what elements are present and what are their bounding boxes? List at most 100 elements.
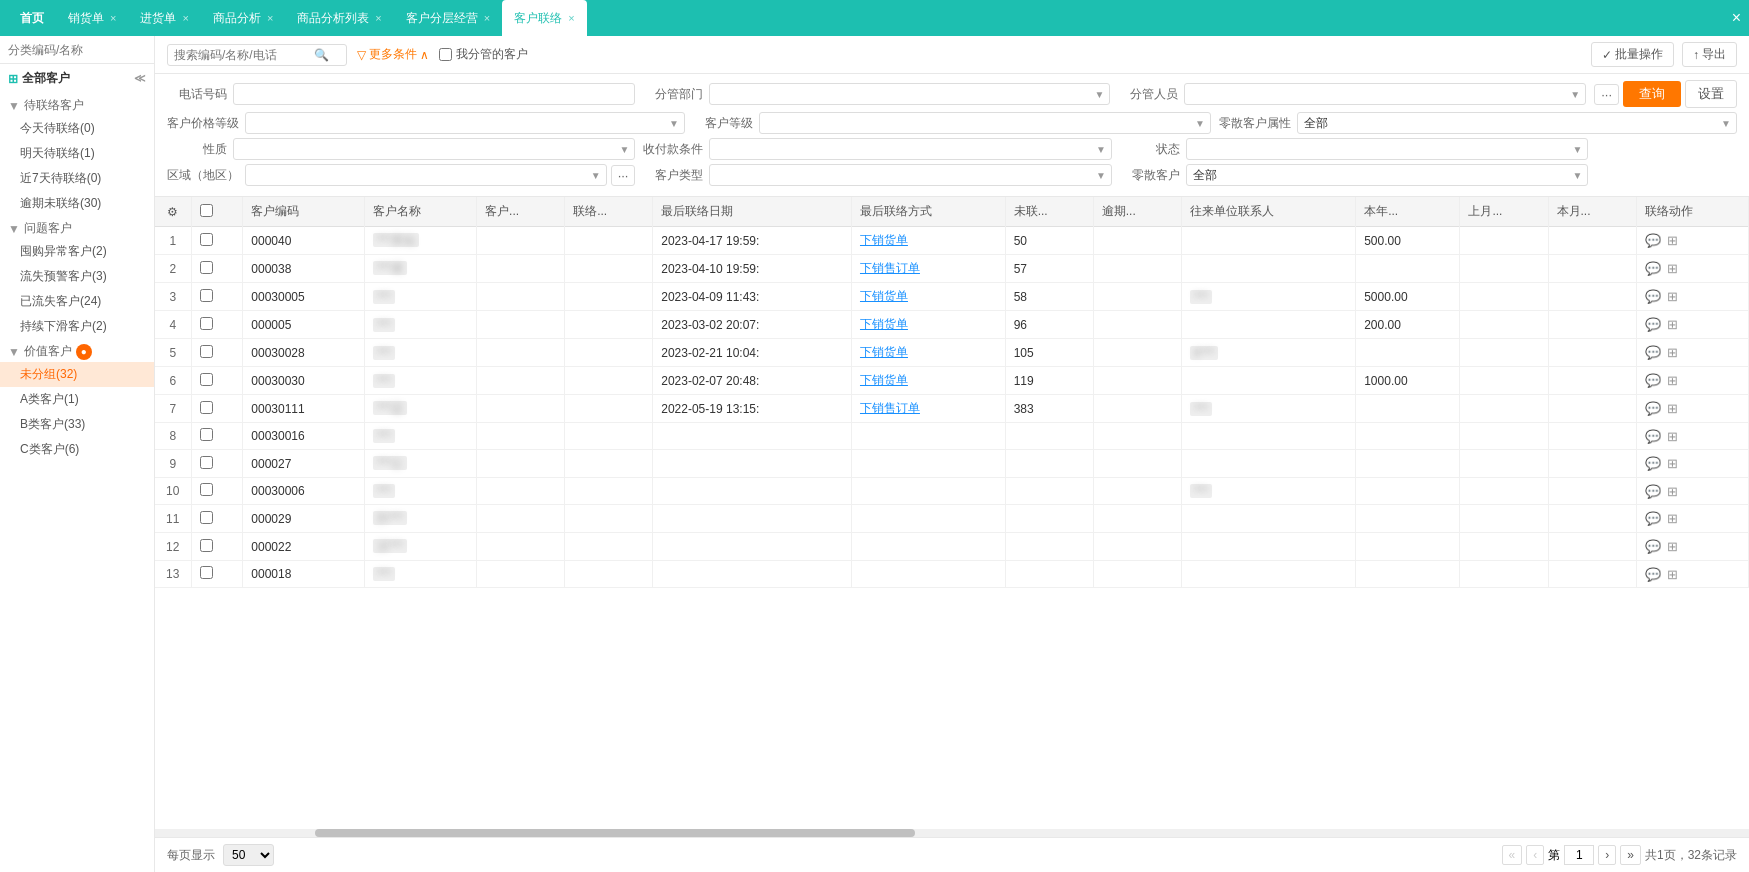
close-purchase-tab[interactable]: ×	[182, 12, 188, 24]
sidebar-item-type-c[interactable]: C类客户(6)	[0, 437, 154, 462]
close-customer-tier-tab[interactable]: ×	[484, 12, 490, 24]
price-grade-select[interactable]	[245, 112, 685, 134]
region-select[interactable]	[245, 164, 607, 186]
grid-action-icon[interactable]: ⊞	[1667, 456, 1678, 471]
main-search-icon[interactable]: 🔍	[314, 48, 329, 62]
my-customers-checkbox[interactable]	[439, 48, 452, 61]
more-conditions-btn[interactable]: ▽ 更多条件 ∧	[357, 46, 429, 63]
sidebar-item-ungroup[interactable]: 未分组(32)	[0, 362, 154, 387]
grid-action-icon[interactable]: ⊞	[1667, 233, 1678, 248]
sidebar-item-today-pending[interactable]: 今天待联络(0)	[0, 116, 154, 141]
chat-icon[interactable]: 💬	[1645, 261, 1661, 276]
grid-action-icon[interactable]: ⊞	[1667, 511, 1678, 526]
th-partner[interactable]: 往来单位联系人	[1181, 197, 1355, 227]
nav-tab-home[interactable]: 首页	[8, 0, 56, 36]
sidebar-item-type-a[interactable]: A类客户(1)	[0, 387, 154, 412]
th-overdue[interactable]: 逾期...	[1093, 197, 1181, 227]
th-last-month[interactable]: 上月...	[1460, 197, 1548, 227]
export-btn[interactable]: ↑ 导出	[1682, 42, 1737, 67]
th-name[interactable]: 客户名称	[364, 197, 476, 227]
scrollbar-thumb[interactable]	[315, 829, 915, 837]
sparse-customer-select[interactable]: 全部	[1186, 164, 1588, 186]
th-action[interactable]: 联络动作	[1636, 197, 1748, 227]
row-checkbox[interactable]	[191, 367, 243, 395]
main-search-input[interactable]	[174, 48, 314, 62]
grid-action-icon[interactable]: ⊞	[1667, 484, 1678, 499]
first-page-btn[interactable]: «	[1502, 845, 1523, 865]
sidebar-item-loss-warning[interactable]: 流失预警客户(3)	[0, 264, 154, 289]
th-settings[interactable]: ⚙	[155, 197, 191, 227]
row-checkbox[interactable]	[191, 423, 243, 450]
sidebar-item-lost[interactable]: 已流失客户(24)	[0, 289, 154, 314]
page-input[interactable]	[1564, 845, 1594, 865]
nature-select[interactable]	[233, 138, 635, 160]
row-checkbox[interactable]	[191, 450, 243, 478]
grid-action-icon[interactable]: ⊞	[1667, 317, 1678, 332]
row-checkbox[interactable]	[191, 561, 243, 588]
dept-select[interactable]	[709, 83, 1111, 105]
th-this-year[interactable]: 本年...	[1356, 197, 1460, 227]
reset-btn[interactable]: 设置	[1685, 80, 1737, 108]
nav-tab-sales[interactable]: 销货单 ×	[56, 0, 128, 36]
th-last-type[interactable]: 最后联络方式	[851, 197, 1005, 227]
close-sales-tab[interactable]: ×	[110, 12, 116, 24]
sidebar-item-type-b[interactable]: B类客户(33)	[0, 412, 154, 437]
query-btn[interactable]: 查询	[1623, 81, 1681, 107]
grid-action-icon[interactable]: ⊞	[1667, 567, 1678, 582]
row-checkbox[interactable]	[191, 395, 243, 423]
row-checkbox[interactable]	[191, 255, 243, 283]
sidebar-search-input[interactable]	[8, 43, 155, 57]
last-page-btn[interactable]: »	[1620, 845, 1641, 865]
row-checkbox[interactable]	[191, 505, 243, 533]
th-this-month[interactable]: 本月...	[1548, 197, 1636, 227]
window-close-btn[interactable]: ×	[1732, 9, 1741, 27]
th-no-contact[interactable]: 未联...	[1005, 197, 1093, 227]
close-goods-list-tab[interactable]: ×	[375, 12, 381, 24]
grid-action-icon[interactable]: ⊞	[1667, 401, 1678, 416]
status-select[interactable]	[1186, 138, 1588, 160]
group-label-pending[interactable]: ▼ 待联络客户	[0, 93, 154, 116]
nav-tab-goods-analysis[interactable]: 商品分析 ×	[201, 0, 285, 36]
nav-tab-customer-tier[interactable]: 客户分层经营 ×	[394, 0, 502, 36]
grid-action-icon[interactable]: ⊞	[1667, 261, 1678, 276]
group-label-problem[interactable]: ▼ 问题客户	[0, 216, 154, 239]
chat-icon[interactable]: 💬	[1645, 567, 1661, 582]
nav-tab-customer-contact[interactable]: 客户联络 ×	[502, 0, 586, 36]
nav-tab-goods-list[interactable]: 商品分析列表 ×	[285, 0, 393, 36]
row-checkbox[interactable]	[191, 227, 243, 255]
customer-type-select[interactable]	[709, 164, 1111, 186]
grid-action-icon[interactable]: ⊞	[1667, 539, 1678, 554]
my-customers-filter[interactable]: 我分管的客户	[439, 46, 528, 63]
batch-op-btn[interactable]: ✓ 批量操作	[1591, 42, 1674, 67]
th-last-date[interactable]: 最后联络日期	[653, 197, 852, 227]
manager-select[interactable]	[1184, 83, 1586, 105]
next-page-btn[interactable]: ›	[1598, 845, 1616, 865]
all-customers-header[interactable]: ⊞ 全部客户 ≪	[0, 64, 154, 93]
grid-action-icon[interactable]: ⊞	[1667, 345, 1678, 360]
sidebar-item-declining[interactable]: 持续下滑客户(2)	[0, 314, 154, 339]
grid-action-icon[interactable]: ⊞	[1667, 429, 1678, 444]
row-checkbox[interactable]	[191, 533, 243, 561]
payment-select[interactable]	[709, 138, 1111, 160]
sidebar-item-week-pending[interactable]: 近7天待联络(0)	[0, 166, 154, 191]
chat-icon[interactable]: 💬	[1645, 456, 1661, 471]
per-page-select[interactable]: 50 100 200	[223, 844, 274, 866]
chat-icon[interactable]: 💬	[1645, 289, 1661, 304]
prev-page-btn[interactable]: ‹	[1526, 845, 1544, 865]
sidebar-item-abnormal[interactable]: 囤购异常客户(2)	[0, 239, 154, 264]
sidebar-item-tomorrow-pending[interactable]: 明天待联络(1)	[0, 141, 154, 166]
row-checkbox[interactable]	[191, 478, 243, 505]
close-customer-contact-tab[interactable]: ×	[568, 12, 574, 24]
chat-icon[interactable]: 💬	[1645, 373, 1661, 388]
grid-action-icon[interactable]: ⊞	[1667, 289, 1678, 304]
row-checkbox[interactable]	[191, 283, 243, 311]
sidebar-item-overdue-pending[interactable]: 逾期未联络(30)	[0, 191, 154, 216]
th-contact[interactable]: 联络...	[565, 197, 653, 227]
sparse-attr-select[interactable]: 全部	[1297, 112, 1737, 134]
chat-icon[interactable]: 💬	[1645, 317, 1661, 332]
row-checkbox[interactable]	[191, 311, 243, 339]
more-options-btn[interactable]: ···	[1594, 84, 1619, 105]
chat-icon[interactable]: 💬	[1645, 401, 1661, 416]
sidebar-collapse-btn[interactable]: ≪	[134, 72, 146, 85]
phone-input[interactable]	[233, 83, 635, 105]
